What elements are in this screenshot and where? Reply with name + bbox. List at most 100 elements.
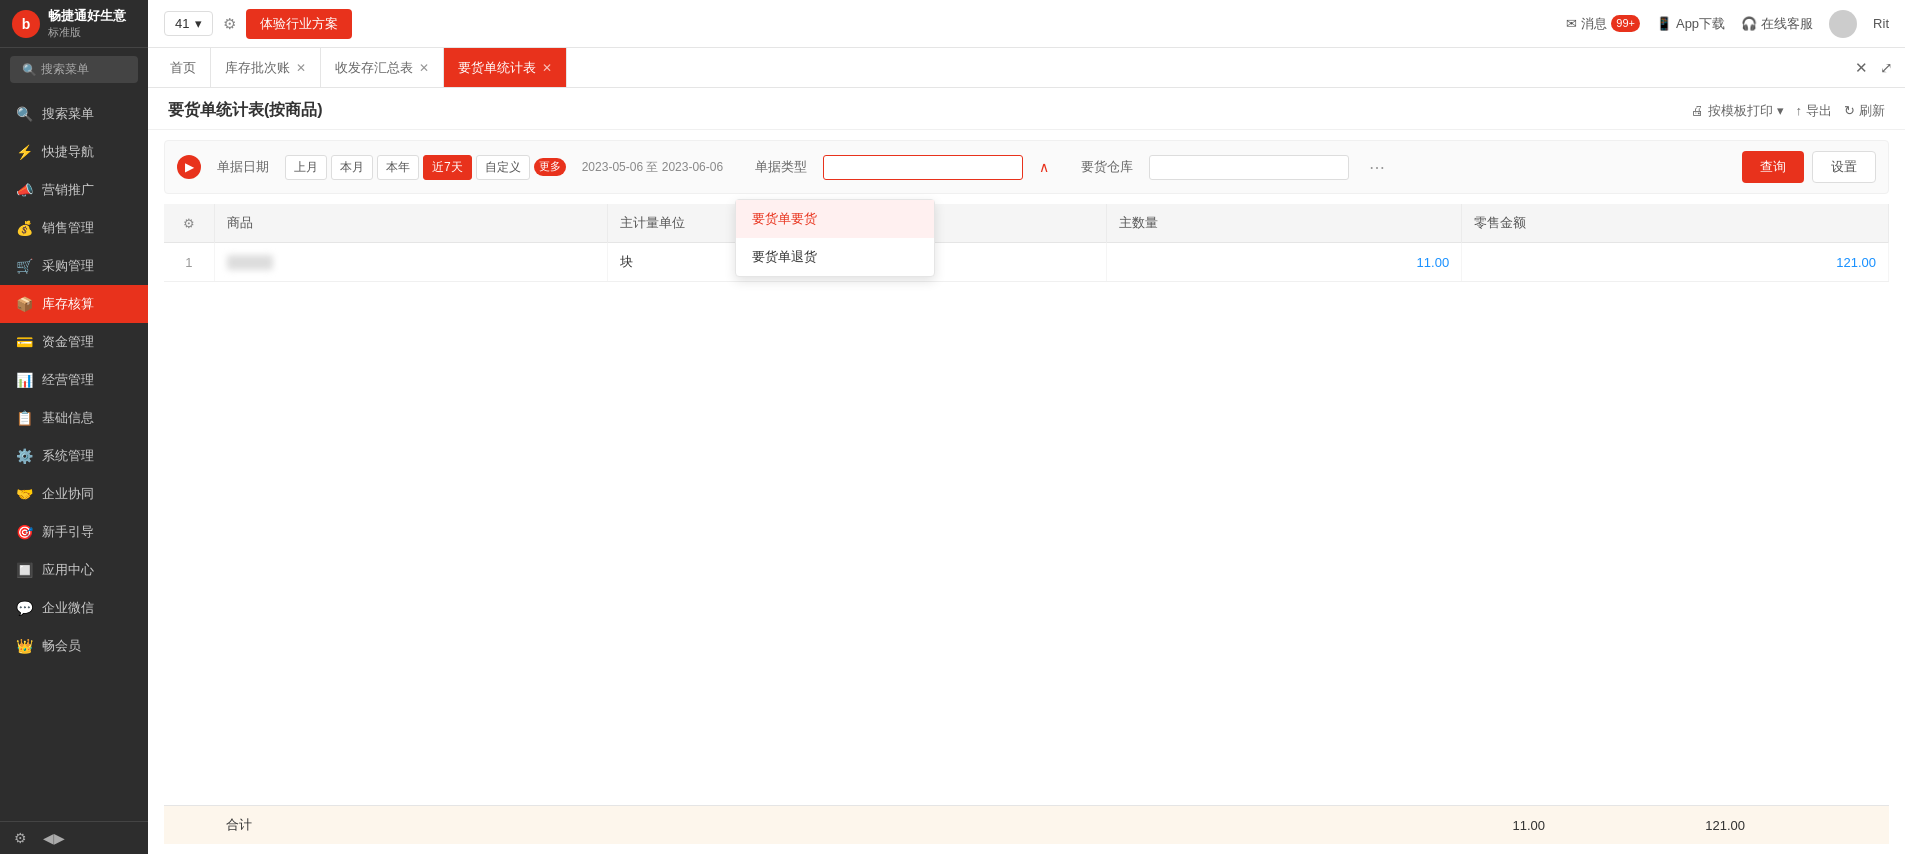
date-btn-this-year[interactable]: 本年 xyxy=(377,155,419,180)
warehouse-label: 要货仓库 xyxy=(1081,158,1133,176)
table-row: 1 █████ 块 11.00 121.00 xyxy=(164,243,1889,282)
basic-icon: 📋 xyxy=(14,408,34,428)
industry-btn[interactable]: 体验行业方案 xyxy=(246,9,352,39)
store-value: 41 xyxy=(175,16,189,31)
tab-close[interactable]: ✕ xyxy=(296,61,306,75)
tab-close[interactable]: ✕ xyxy=(542,61,552,75)
nav-label: 库存核算 xyxy=(42,295,94,313)
search-label: 搜索菜单 xyxy=(41,61,89,78)
tab-label: 要货单统计表 xyxy=(458,59,536,77)
chevron-down-icon: ▾ xyxy=(195,16,202,31)
type-dropdown-arrow[interactable]: ∧ xyxy=(1039,159,1049,175)
sales-icon: 💰 xyxy=(14,218,34,238)
warehouse-input[interactable] xyxy=(1149,155,1349,180)
sidebar-item-finance[interactable]: 💳资金管理 xyxy=(0,323,148,361)
date-btn-custom[interactable]: 自定义 xyxy=(476,155,530,180)
sidebar-item-member[interactable]: 👑畅会员 xyxy=(0,627,148,665)
th-gear[interactable]: ⚙ xyxy=(164,204,214,243)
data-table: ⚙ 商品 主计量单位 主数量 零售金额 1 █████ 块 11.00 121.… xyxy=(164,204,1889,282)
footer-amount: 121.00 xyxy=(1637,818,1757,833)
topbar-right: ✉ 消息 99+ 📱 App下载 🎧 在线客服 Rit xyxy=(1566,10,1889,38)
tab-receive-summary[interactable]: 收发存汇总表✕ xyxy=(321,48,444,87)
date-btn-7days[interactable]: 近7天 xyxy=(423,155,472,180)
app-download-btn[interactable]: 📱 App下载 xyxy=(1656,15,1725,33)
sidebar-item-search[interactable]: 🔍搜索菜单 xyxy=(0,95,148,133)
date-range: 2023-05-06 至 2023-06-06 xyxy=(582,159,723,176)
sidebar-item-operation[interactable]: 📊经营管理 xyxy=(0,361,148,399)
sidebar-item-enterprise[interactable]: 🤝 企业协同 xyxy=(0,475,148,513)
sidebar-item-purchase[interactable]: 🛒采购管理 xyxy=(0,247,148,285)
sidebar-item-guide[interactable]: 🎯新手引导 xyxy=(0,513,148,551)
type-input[interactable] xyxy=(823,155,1023,180)
tabbar-actions: ✕ ⤢ xyxy=(1851,55,1905,81)
maximize-btn[interactable]: ⤢ xyxy=(1876,55,1897,81)
date-buttons: 上月 本月 本年 近7天 自定义 更多 xyxy=(285,155,566,180)
dropdown-item-requisition[interactable]: 要货单要货 xyxy=(736,200,934,238)
search-btn[interactable]: 查询 xyxy=(1742,151,1804,183)
type-label: 单据类型 xyxy=(755,158,807,176)
table-footer: 合计 11.00 121.00 xyxy=(164,805,1889,844)
system-icon: ⚙️ xyxy=(14,446,34,466)
settings-icon[interactable]: ⚙ xyxy=(14,830,27,846)
sidebar: b 畅捷通好生意 标准版 🔍 搜索菜单 🔍搜索菜单⚡快捷导航📣营销推广💰销售管理… xyxy=(0,0,148,854)
tab-close[interactable]: ✕ xyxy=(419,61,429,75)
sidebar-item-marketing[interactable]: 📣营销推广 xyxy=(0,171,148,209)
refresh-btn[interactable]: ↻ 刷新 xyxy=(1844,102,1885,120)
topbar-gear-icon[interactable]: ⚙ xyxy=(223,15,236,33)
cell-product: █████ xyxy=(214,243,608,282)
sidebar-item-quick-nav[interactable]: ⚡快捷导航 xyxy=(0,133,148,171)
nav-label: 基础信息 xyxy=(42,409,94,427)
date-btn-last-month[interactable]: 上月 xyxy=(285,155,327,180)
date-btn-this-month[interactable]: 本月 xyxy=(331,155,373,180)
finance-icon: 💳 xyxy=(14,332,34,352)
nav-label: 采购管理 xyxy=(42,257,94,275)
sidebar-item-sales[interactable]: 💰销售管理 xyxy=(0,209,148,247)
sidebar-nav: 🔍搜索菜单⚡快捷导航📣营销推广💰销售管理🛒采购管理 📦 库存核算 💳资金管理📊经营管理… xyxy=(0,91,148,821)
nav-label: 应用中心 xyxy=(42,561,94,579)
collapse-icon[interactable]: ◀▶ xyxy=(43,830,65,846)
marketing-icon: 📣 xyxy=(14,180,34,200)
sidebar-item-app-center[interactable]: 🔲应用中心 xyxy=(0,551,148,589)
chevron-down-icon: ▾ xyxy=(1777,103,1784,118)
table-body: 1 █████ 块 11.00 121.00 xyxy=(164,243,1889,282)
filter-settings-btn[interactable]: 设置 xyxy=(1812,151,1876,183)
avatar[interactable] xyxy=(1829,10,1857,38)
tab-requisition-summary[interactable]: 要货单统计表 ✕ xyxy=(444,48,567,87)
tab-home[interactable]: 首页 xyxy=(156,48,211,87)
nav-label: 系统管理 xyxy=(42,447,94,465)
more-filters-icon[interactable]: ⋯ xyxy=(1369,158,1385,177)
filter-bar: ▶ 单据日期 上月 本月 本年 近7天 自定义 更多 2023-05-06 至 … xyxy=(164,140,1889,194)
sidebar-item-basic[interactable]: 📋 基础信息 xyxy=(0,399,148,437)
export-btn[interactable]: ↑ 导出 xyxy=(1796,102,1833,120)
sidebar-item-wechat[interactable]: 💬企业微信 xyxy=(0,589,148,627)
enterprise-icon: 🤝 xyxy=(14,484,34,504)
main-area: 41 ▾ ⚙ 体验行业方案 ✉ 消息 99+ 📱 App下载 🎧 在线客服 Ri… xyxy=(148,0,1905,854)
inventory-icon: 📦 xyxy=(14,294,34,314)
member-icon: 👑 xyxy=(14,636,34,656)
footer-quantity: 11.00 xyxy=(1437,818,1557,833)
refresh-icon: ↻ xyxy=(1844,103,1855,118)
page-header-actions: 🖨 按模板打印 ▾ ↑ 导出 ↻ 刷新 xyxy=(1691,102,1886,120)
filter-expand-btn[interactable]: ▶ xyxy=(177,155,201,179)
nav-label: 企业微信 xyxy=(42,599,94,617)
cell-no: 1 xyxy=(164,243,214,282)
hot-more-badge[interactable]: 更多 xyxy=(534,158,566,175)
download-icon: 📱 xyxy=(1656,16,1672,31)
dropdown-item-return[interactable]: 要货单退货 xyxy=(736,238,934,276)
sidebar-search[interactable]: 🔍 搜索菜单 xyxy=(10,56,138,83)
tab-label: 首页 xyxy=(170,59,196,77)
nav-label: 企业协同 xyxy=(42,485,94,503)
sidebar-item-system[interactable]: ⚙️ 系统管理 xyxy=(0,437,148,475)
cell-amount: 121.00 xyxy=(1462,243,1889,282)
tab-label: 库存批次账 xyxy=(225,59,290,77)
close-all-btn[interactable]: ✕ xyxy=(1851,55,1872,81)
online-service-btn[interactable]: 🎧 在线客服 xyxy=(1741,15,1813,33)
message-btn[interactable]: ✉ 消息 99+ xyxy=(1566,15,1640,33)
sidebar-item-inventory[interactable]: 📦 库存核算 xyxy=(0,285,148,323)
tab-batch-accounts[interactable]: 库存批次账 ✕ xyxy=(211,48,321,87)
th-quantity: 主数量 xyxy=(1107,204,1462,243)
logo-icon: b xyxy=(12,10,40,38)
print-template-btn[interactable]: 🖨 按模板打印 ▾ xyxy=(1691,102,1784,120)
store-selector[interactable]: 41 ▾ xyxy=(164,11,213,36)
topbar: 41 ▾ ⚙ 体验行业方案 ✉ 消息 99+ 📱 App下载 🎧 在线客服 Ri… xyxy=(148,0,1905,48)
